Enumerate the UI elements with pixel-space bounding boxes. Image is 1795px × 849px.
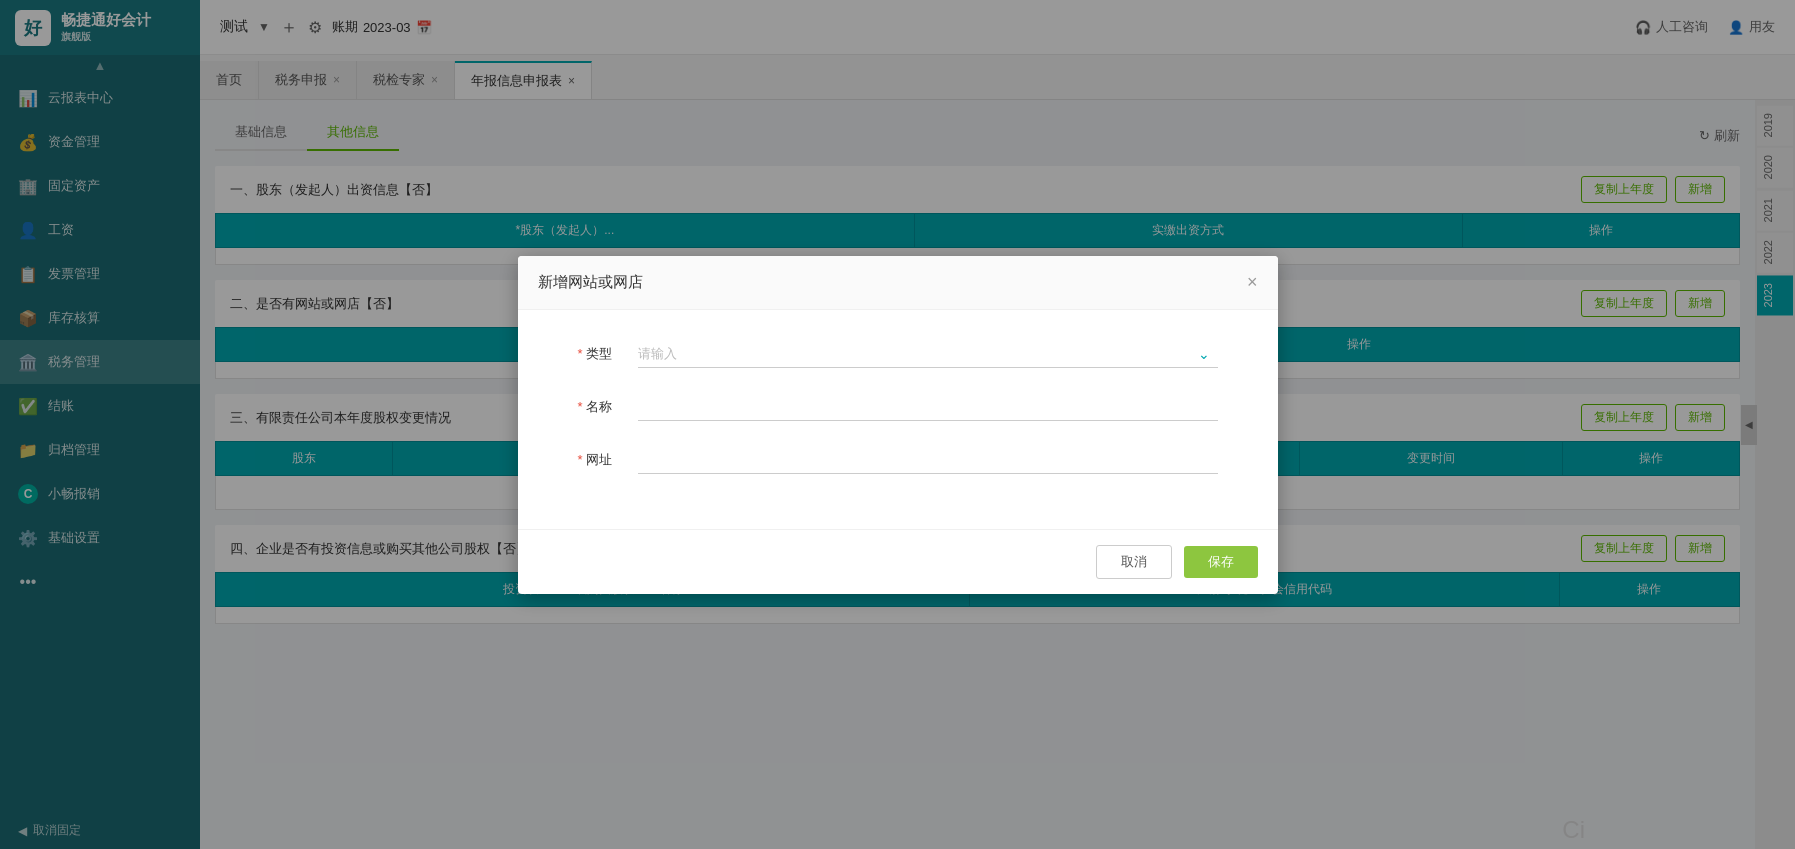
dialog-close-btn[interactable]: × (1247, 272, 1258, 293)
name-input[interactable] (638, 393, 1218, 421)
dialog-overlay: 新增网站或网店 × * 类型 * 名称 (0, 0, 1795, 849)
form-row-url: * 网址 (578, 446, 1218, 474)
add-website-dialog: 新增网站或网店 × * 类型 * 名称 (518, 256, 1278, 594)
dialog-header: 新增网站或网店 × (518, 256, 1278, 310)
required-star-name: * (578, 399, 583, 414)
save-btn[interactable]: 保存 (1184, 546, 1258, 578)
dialog-title: 新增网站或网店 (538, 273, 643, 292)
form-row-type: * 类型 (578, 340, 1218, 368)
form-row-name: * 名称 (578, 393, 1218, 421)
type-input[interactable] (638, 340, 1218, 368)
cancel-btn[interactable]: 取消 (1096, 545, 1172, 579)
url-input[interactable] (638, 446, 1218, 474)
dialog-body: * 类型 * 名称 * 网址 (518, 310, 1278, 529)
required-star-type: * (578, 346, 583, 361)
required-star-url: * (578, 452, 583, 467)
dialog-footer: 取消 保存 (518, 529, 1278, 594)
